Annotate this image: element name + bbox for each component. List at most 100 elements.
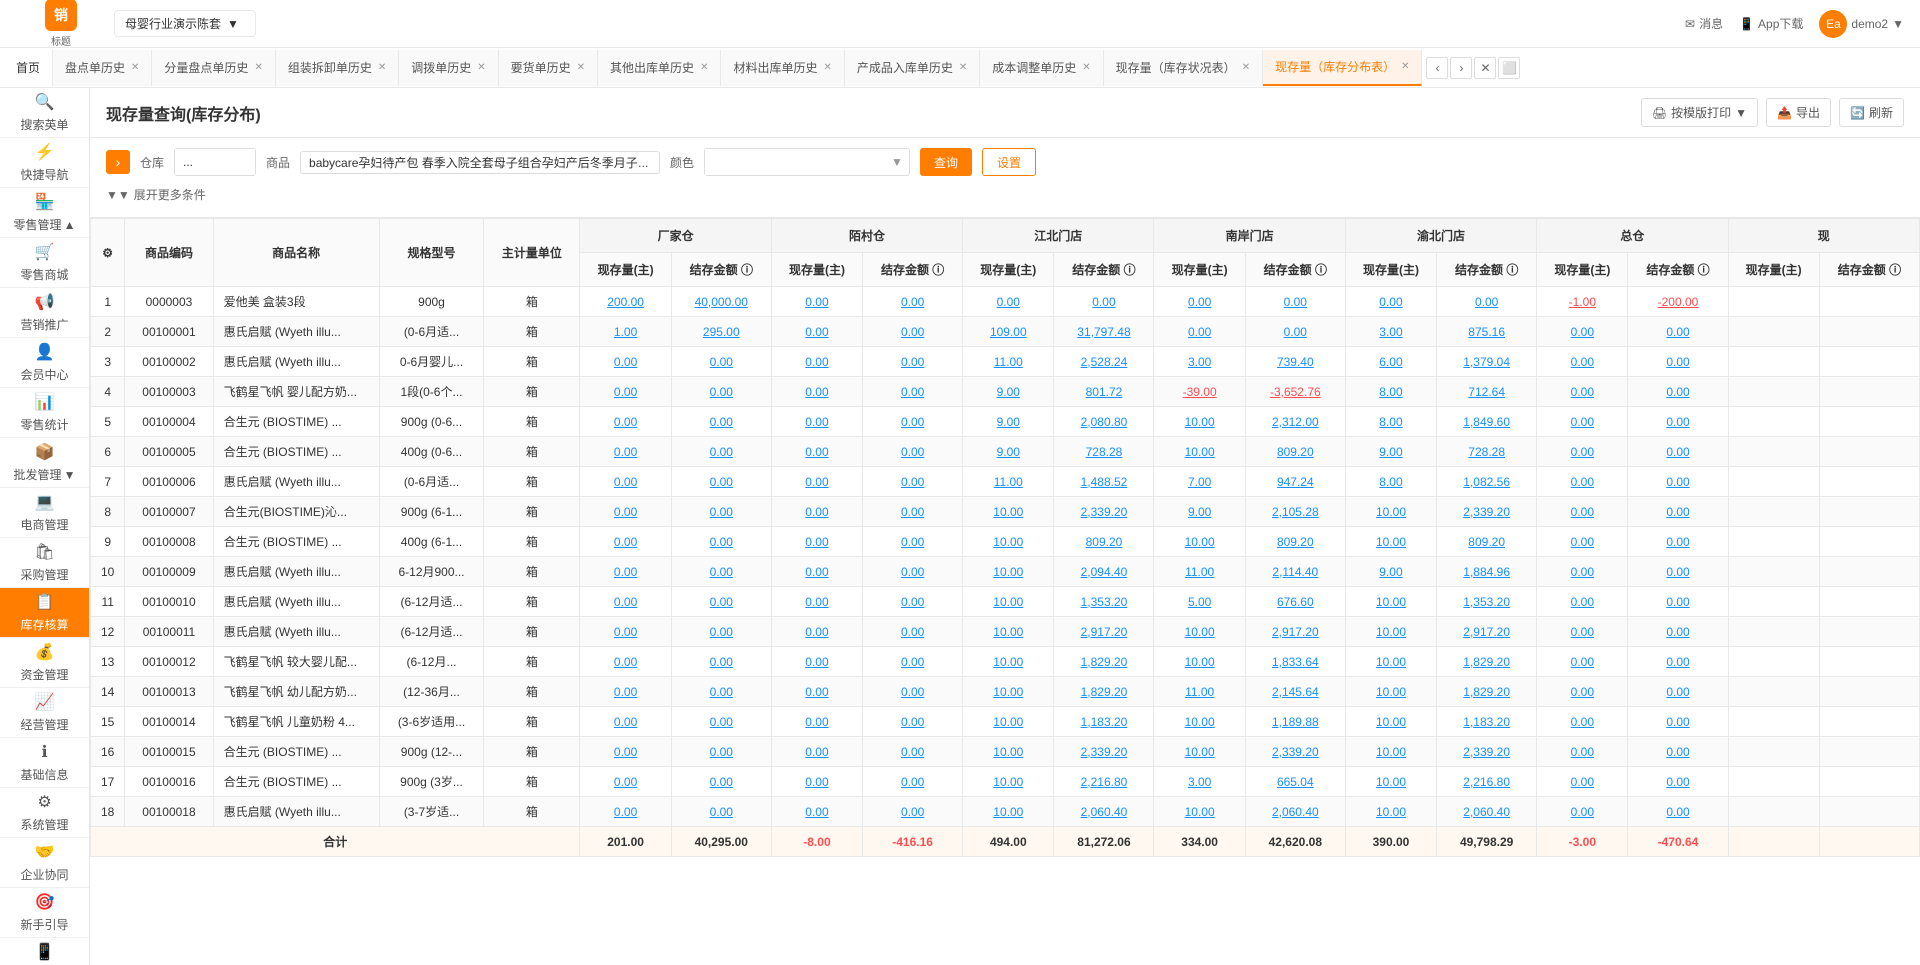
cell-value[interactable]: 2,339.20 <box>1272 745 1319 759</box>
cell-value[interactable]: 0.00 <box>805 385 828 399</box>
cell-value[interactable]: 0.00 <box>1571 325 1594 339</box>
cell-value[interactable]: 9.00 <box>1188 505 1211 519</box>
cell-value[interactable]: 1,183.20 <box>1081 715 1128 729</box>
cell-value[interactable]: 11.00 <box>994 355 1023 369</box>
cell-value[interactable]: 0.00 <box>1284 325 1307 339</box>
cell-value[interactable]: 809.20 <box>1277 535 1314 549</box>
cell-value[interactable]: 3.00 <box>1379 325 1402 339</box>
cell-value[interactable]: 10.00 <box>993 565 1023 579</box>
cell-value[interactable]: 0.00 <box>805 805 828 819</box>
cell-value[interactable]: 0.00 <box>614 805 637 819</box>
cell-value[interactable]: 2,339.20 <box>1081 505 1128 519</box>
cell-value[interactable]: 0.00 <box>1666 505 1689 519</box>
tab-6[interactable]: 其他出库单历史 ✕ <box>598 50 721 86</box>
cell-value[interactable]: -39.00 <box>1183 385 1217 399</box>
cell-value[interactable]: 1.00 <box>614 325 637 339</box>
cell-value[interactable]: 10.00 <box>993 685 1023 699</box>
cell-value[interactable]: 0.00 <box>710 505 733 519</box>
cell-value[interactable]: 10.00 <box>1185 805 1215 819</box>
cell-value[interactable]: 0.00 <box>710 595 733 609</box>
cell-value[interactable]: 0.00 <box>805 505 828 519</box>
cell-value[interactable]: 9.00 <box>997 445 1020 459</box>
cell-value[interactable]: 0.00 <box>1666 415 1689 429</box>
cell-value[interactable]: 0.00 <box>1571 565 1594 579</box>
cell-value[interactable]: 0.00 <box>614 445 637 459</box>
cell-value[interactable]: 0.00 <box>1092 295 1115 309</box>
cell-value[interactable]: 676.60 <box>1277 595 1314 609</box>
cell-value[interactable]: 0.00 <box>1666 685 1689 699</box>
cell-value[interactable]: 5.00 <box>1188 595 1211 609</box>
cell-value[interactable]: 0.00 <box>805 445 828 459</box>
cell-value[interactable]: 8.00 <box>1379 475 1402 489</box>
cell-value[interactable]: 0.00 <box>710 625 733 639</box>
cell-value[interactable]: 1,353.20 <box>1081 595 1128 609</box>
cell-value[interactable]: 728.28 <box>1468 445 1505 459</box>
cell-value[interactable]: 809.20 <box>1277 445 1314 459</box>
cell-value[interactable]: 0.00 <box>710 355 733 369</box>
cell-value[interactable]: 10.00 <box>1376 805 1406 819</box>
cell-value[interactable]: 0.00 <box>805 625 828 639</box>
sidebar-item-base[interactable]: ℹ 基础信息 <box>0 738 89 788</box>
sidebar-item-retail-mgmt[interactable]: 🏪 零售管理 ▲ <box>0 188 89 238</box>
cell-value[interactable]: 0.00 <box>614 565 637 579</box>
cell-value[interactable]: 0.00 <box>1571 625 1594 639</box>
cell-value[interactable]: 0.00 <box>1571 415 1594 429</box>
cell-value[interactable]: 0.00 <box>1666 385 1689 399</box>
sidebar-item-marketing[interactable]: 📢 营销推广 <box>0 288 89 338</box>
cell-value[interactable]: 0.00 <box>901 685 924 699</box>
sidebar-item-ecom[interactable]: 💻 电商管理 <box>0 488 89 538</box>
cell-value[interactable]: 0.00 <box>901 475 924 489</box>
cell-value[interactable]: 31,797.48 <box>1077 325 1130 339</box>
cell-value[interactable]: 2,094.40 <box>1081 565 1128 579</box>
tab-7[interactable]: 材料出库单历史 ✕ <box>721 50 844 86</box>
cell-value[interactable]: 2,917.20 <box>1272 625 1319 639</box>
tab-11-active[interactable]: 现存量（库存分布表） ✕ <box>1263 50 1422 86</box>
cell-value[interactable]: 0.00 <box>805 775 828 789</box>
cell-value[interactable]: 10.00 <box>1185 745 1215 759</box>
cell-value[interactable]: 1,829.20 <box>1463 685 1510 699</box>
cell-value[interactable]: 0.00 <box>1571 535 1594 549</box>
cell-value[interactable]: 2,917.20 <box>1463 625 1510 639</box>
refresh-btn[interactable]: 🔄 刷新 <box>1839 98 1904 127</box>
cell-value[interactable]: 0.00 <box>901 535 924 549</box>
search-btn[interactable]: 查询 <box>920 148 972 176</box>
cell-value[interactable]: 1,829.20 <box>1463 655 1510 669</box>
cell-value[interactable]: -3,652.76 <box>1270 385 1321 399</box>
cell-value[interactable]: 2,060.40 <box>1081 805 1128 819</box>
user-info[interactable]: Ea demo2 ▼ <box>1819 10 1904 38</box>
cell-value[interactable]: 0.00 <box>901 295 924 309</box>
cell-value[interactable]: 0.00 <box>1666 745 1689 759</box>
cell-value[interactable]: 10.00 <box>1185 535 1215 549</box>
cell-value[interactable]: 0.00 <box>805 685 828 699</box>
sidebar-item-finance[interactable]: 💰 资金管理 <box>0 638 89 688</box>
cell-value[interactable]: 0.00 <box>710 685 733 699</box>
cell-value[interactable]: 0.00 <box>1571 355 1594 369</box>
tab-close-7[interactable]: ✕ <box>823 63 831 73</box>
cell-value[interactable]: 1,849.60 <box>1463 415 1510 429</box>
cell-value[interactable]: 2,080.80 <box>1081 415 1128 429</box>
cell-value[interactable]: 2,060.40 <box>1463 805 1510 819</box>
cell-value[interactable]: 712.64 <box>1468 385 1505 399</box>
cell-value[interactable]: 2,339.20 <box>1463 745 1510 759</box>
cell-value[interactable]: 0.00 <box>901 325 924 339</box>
warehouse-input-wrap[interactable] <box>174 148 256 176</box>
cell-value[interactable]: 1,353.20 <box>1463 595 1510 609</box>
cell-value[interactable]: 3.00 <box>1188 355 1211 369</box>
cell-value[interactable]: 809.20 <box>1468 535 1505 549</box>
cell-value[interactable]: -200.00 <box>1658 295 1699 309</box>
cell-value[interactable]: 10.00 <box>1376 595 1406 609</box>
cell-value[interactable]: 0.00 <box>710 775 733 789</box>
sidebar-item-members[interactable]: 👤 会员中心 <box>0 338 89 388</box>
cell-value[interactable]: 1,833.64 <box>1272 655 1319 669</box>
cell-value[interactable]: 2,917.20 <box>1081 625 1128 639</box>
cell-value[interactable]: 10.00 <box>993 505 1023 519</box>
goods-value-tag[interactable]: babycare孕妇待产包 春季入院全套母子组合孕妇产后冬季月子用品 22件套 … <box>300 151 660 174</box>
cell-value[interactable]: 1,488.52 <box>1081 475 1128 489</box>
warehouse-input[interactable] <box>175 149 255 175</box>
cell-value[interactable]: 0.00 <box>805 355 828 369</box>
cell-value[interactable]: 10.00 <box>1185 445 1215 459</box>
cell-value[interactable]: 0.00 <box>901 805 924 819</box>
cell-value[interactable]: 11.00 <box>1185 685 1214 699</box>
expand-conditions-btn[interactable]: ▼▼ 展开更多条件 <box>106 182 1904 207</box>
cell-value[interactable]: 10.00 <box>1376 625 1406 639</box>
